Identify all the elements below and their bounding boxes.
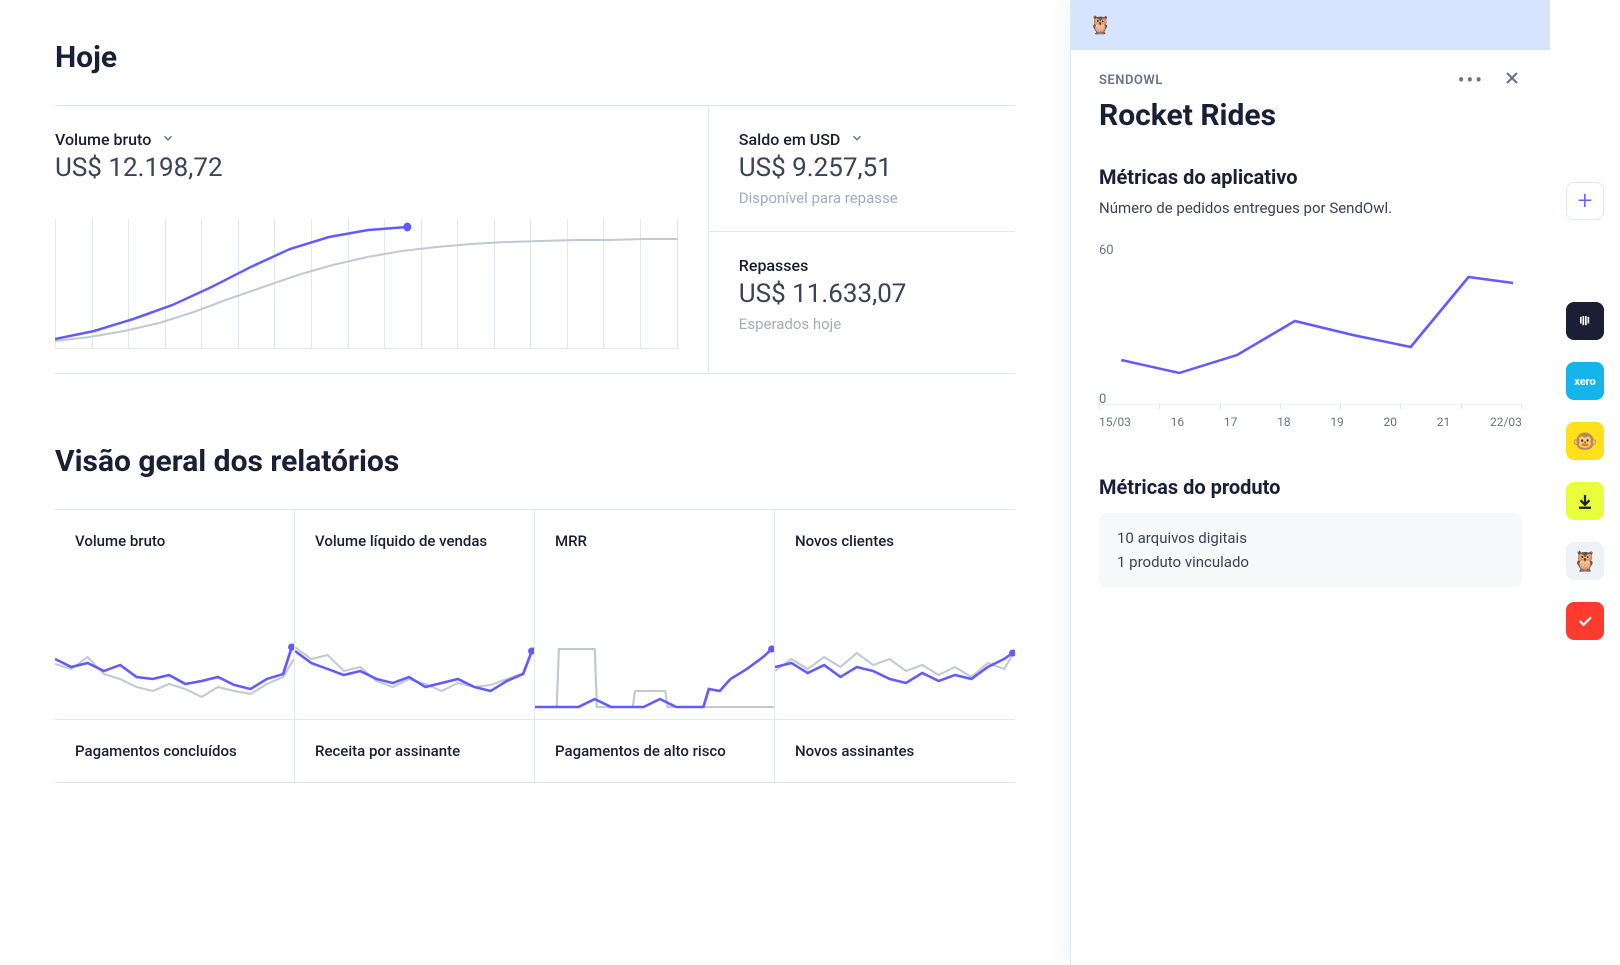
app-metrics-title: Métricas do aplicativo	[1099, 165, 1522, 189]
rail-app-download[interactable]	[1566, 482, 1604, 520]
x-tick: 17	[1224, 415, 1238, 429]
rail-app-intercom[interactable]	[1566, 302, 1604, 340]
reports-title: Visão geral dos relatórios	[55, 444, 1015, 479]
x-tick: 15/03	[1099, 415, 1131, 429]
report-mrr[interactable]: MRR	[535, 510, 775, 720]
x-tick: 16	[1171, 415, 1185, 429]
balance-label[interactable]: Saldo em USD	[739, 130, 841, 149]
rail-app-xero[interactable]: xero	[1566, 362, 1604, 400]
product-metrics-title: Métricas do produto	[1099, 475, 1522, 499]
balance-card: Saldo em USD US$ 9.257,51 Disponível par…	[709, 106, 1015, 231]
mini-chart	[295, 629, 534, 709]
app-rail: + xero 🐵 🦉	[1550, 0, 1620, 965]
report-novos-assinantes[interactable]: Novos assinantes	[775, 720, 1015, 783]
payouts-label: Repasses	[739, 256, 1015, 275]
volume-card: Volume bruto US$ 12.198,72	[55, 106, 708, 373]
product-metrics-box: 10 arquivos digitais 1 produto vinculado	[1099, 513, 1522, 587]
report-alto-risco[interactable]: Pagamentos de alto risco	[535, 720, 775, 783]
chevron-down-icon[interactable]	[161, 130, 175, 149]
balance-sub: Disponível para repasse	[739, 189, 1015, 207]
x-tick: 21	[1437, 415, 1451, 429]
mini-chart	[535, 629, 774, 709]
report-pagamentos-concluidos[interactable]: Pagamentos concluídos	[55, 720, 295, 783]
product-line: 10 arquivos digitais	[1117, 529, 1504, 547]
add-app-button[interactable]: +	[1566, 182, 1604, 220]
payouts-card: Repasses US$ 11.633,07 Esperados hoje	[709, 231, 1015, 357]
app-detail-panel: 🦉 SENDOWL ••• Rocket Rides Métricas do a…	[1070, 0, 1550, 965]
report-title: Volume líquido de vendas	[315, 532, 514, 550]
volume-value: US$ 12.198,72	[55, 153, 678, 183]
report-volume-bruto[interactable]: Volume bruto	[55, 510, 295, 720]
rail-app-mailchimp[interactable]: 🐵	[1566, 422, 1604, 460]
company-name: Rocket Rides	[1099, 98, 1522, 133]
app-metrics-chart: 60 0 15/03 16 17 18 19 2	[1099, 243, 1522, 443]
sendowl-logo-icon: 🦉	[1089, 15, 1111, 36]
report-title: MRR	[555, 532, 754, 550]
x-tick: 19	[1330, 415, 1344, 429]
close-icon[interactable]	[1502, 68, 1522, 92]
product-line: 1 produto vinculado	[1117, 553, 1504, 571]
app-name: SENDOWL	[1099, 73, 1163, 88]
x-tick: 20	[1384, 415, 1398, 429]
report-title: Novos clientes	[795, 532, 995, 550]
report-title: Volume bruto	[75, 532, 274, 550]
app-metrics-desc: Número de pedidos entregues por SendOwl.	[1099, 199, 1522, 217]
report-volume-liquido[interactable]: Volume líquido de vendas	[295, 510, 535, 720]
chevron-down-icon[interactable]	[850, 130, 864, 149]
volume-label[interactable]: Volume bruto	[55, 130, 151, 149]
report-title: Novos assinantes	[795, 742, 995, 760]
balance-value: US$ 9.257,51	[739, 153, 1015, 183]
report-title: Pagamentos concluídos	[75, 742, 274, 760]
rail-app-todoist[interactable]	[1566, 602, 1604, 640]
mini-chart	[775, 629, 1015, 709]
report-title: Receita por assinante	[315, 742, 514, 760]
payouts-sub: Esperados hoje	[739, 315, 1015, 333]
report-title: Pagamentos de alto risco	[555, 742, 754, 760]
more-icon[interactable]: •••	[1458, 70, 1484, 90]
volume-chart	[55, 219, 678, 349]
x-tick: 18	[1277, 415, 1291, 429]
mini-chart	[55, 629, 294, 709]
y-axis-max: 60	[1099, 243, 1114, 258]
report-novos-clientes[interactable]: Novos clientes	[775, 510, 1015, 720]
report-receita-assinante[interactable]: Receita por assinante	[295, 720, 535, 783]
payouts-value: US$ 11.633,07	[739, 279, 1015, 309]
x-tick: 22/03	[1490, 415, 1522, 429]
rail-app-sendowl[interactable]: 🦉	[1566, 542, 1604, 580]
page-title: Hoje	[55, 40, 1015, 75]
